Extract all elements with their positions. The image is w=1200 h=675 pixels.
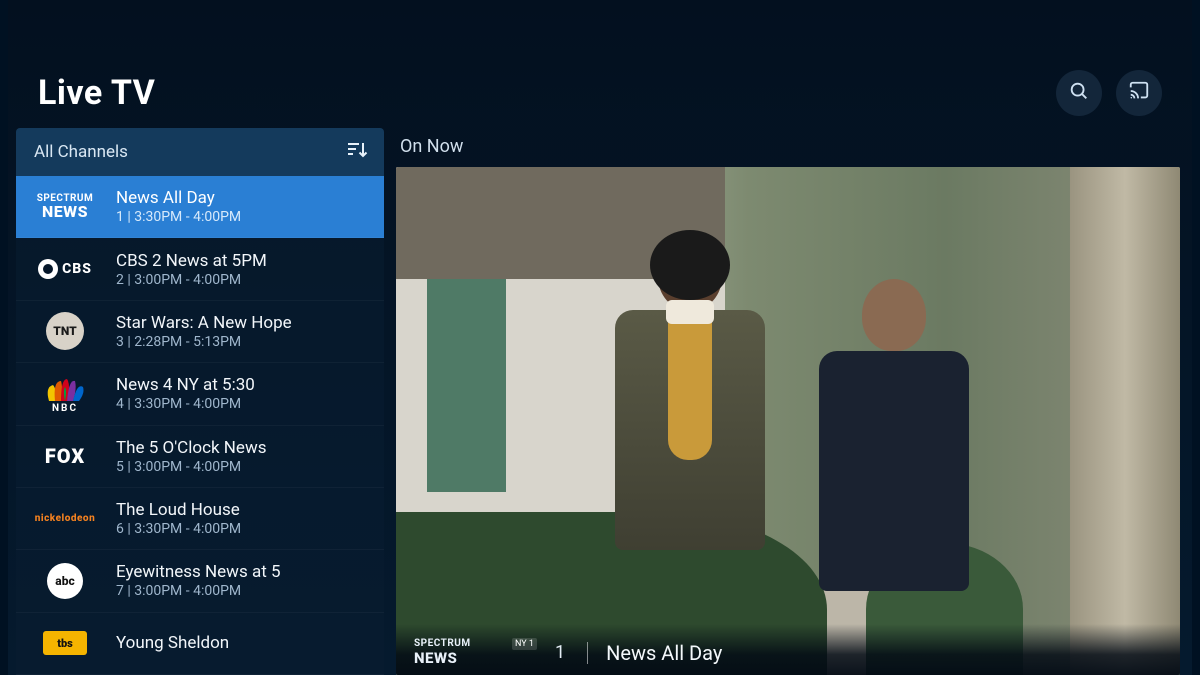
logo-text: NBC (52, 404, 78, 414)
channel-sidebar: All Channels SPECTRUM NEWS (16, 128, 384, 675)
channel-item-tbs[interactable]: tbs Young Sheldon (16, 613, 384, 675)
search-button[interactable] (1056, 70, 1102, 116)
program-title: News All Day (116, 188, 372, 208)
header-actions (1056, 70, 1162, 116)
logo-text: tbs (43, 631, 87, 655)
cast-icon (1128, 80, 1150, 106)
channel-list[interactable]: SPECTRUM NEWS News All Day 1 | 3:30PM - … (16, 176, 384, 675)
channel-filter[interactable]: All Channels (16, 128, 384, 176)
program-meta: 2 | 3:00PM - 4:00PM (116, 272, 372, 288)
program-title: CBS 2 News at 5PM (116, 251, 372, 271)
channel-item-nickelodeon[interactable]: nickelodeon The Loud House 6 | 3:30PM - … (16, 488, 384, 550)
spectrum-news-logo: SPECTRUM NEWS (26, 186, 104, 228)
video-frame (396, 167, 1180, 675)
program-title: Eyewitness News at 5 (116, 562, 372, 582)
channel-info: Eyewitness News at 5 7 | 3:00PM - 4:00PM (116, 562, 372, 599)
program-title: News 4 NY at 5:30 (116, 375, 372, 395)
channel-info: The 5 O'Clock News 5 | 3:00PM - 4:00PM (116, 438, 372, 475)
channel-info: News All Day 1 | 3:30PM - 4:00PM (116, 188, 372, 225)
channel-item-spectrum-news[interactable]: SPECTRUM NEWS News All Day 1 | 3:30PM - … (16, 176, 384, 238)
cbs-logo: CBS (26, 248, 104, 290)
video-player[interactable]: SPECTRUM NEWS NY 1 1 News All Day (396, 167, 1180, 675)
channel-item-nbc[interactable]: NBC News 4 NY at 5:30 4 | 3:30PM - 4:00P… (16, 363, 384, 425)
content: All Channels SPECTRUM NEWS (8, 128, 1192, 675)
program-meta: 1 | 3:30PM - 4:00PM (116, 209, 372, 225)
overlay-logo: SPECTRUM NEWS NY 1 (414, 638, 537, 667)
channel-info: The Loud House 6 | 3:30PM - 4:00PM (116, 500, 372, 537)
program-meta: 3 | 2:28PM - 5:13PM (116, 334, 372, 350)
main-panel: On Now (384, 128, 1192, 675)
logo-text: NEWS (42, 204, 88, 220)
program-title: The Loud House (116, 500, 372, 520)
search-icon (1068, 80, 1090, 106)
overlay-region-badge: NY 1 (512, 638, 537, 650)
filter-label: All Channels (34, 142, 128, 162)
video-info-overlay: SPECTRUM NEWS NY 1 1 News All Day (396, 624, 1180, 675)
app-root: Live TV All C (8, 0, 1192, 675)
nbc-logo: NBC (26, 373, 104, 415)
program-meta: 6 | 3:30PM - 4:00PM (116, 521, 372, 537)
logo-text: abc (47, 563, 83, 599)
overlay-divider (587, 642, 588, 664)
overlay-program-title: News All Day (606, 641, 722, 665)
logo-text: CBS (62, 262, 92, 276)
on-now-label: On Now (396, 128, 1180, 167)
program-title: Young Sheldon (116, 633, 372, 653)
channel-item-abc[interactable]: abc Eyewitness News at 5 7 | 3:00PM - 4:… (16, 550, 384, 612)
fox-logo: FOX (26, 435, 104, 477)
channel-info: Star Wars: A New Hope 3 | 2:28PM - 5:13P… (116, 313, 372, 350)
abc-logo: abc (26, 560, 104, 602)
channel-info: Young Sheldon (116, 633, 372, 654)
header: Live TV (8, 0, 1192, 128)
program-title: Star Wars: A New Hope (116, 313, 372, 333)
channel-item-tnt[interactable]: TNT Star Wars: A New Hope 3 | 2:28PM - 5… (16, 301, 384, 363)
cbs-eye-icon (38, 259, 58, 279)
channel-info: News 4 NY at 5:30 4 | 3:30PM - 4:00PM (116, 375, 372, 412)
sort-icon (344, 138, 368, 166)
program-meta: 4 | 3:30PM - 4:00PM (116, 396, 372, 412)
program-meta: 5 | 3:00PM - 4:00PM (116, 459, 372, 475)
tbs-logo: tbs (26, 622, 104, 664)
overlay-logo-text: NEWS (414, 649, 457, 667)
cast-button[interactable] (1116, 70, 1162, 116)
overlay-logo-text: SPECTRUM (414, 638, 471, 649)
page-title: Live TV (38, 73, 155, 113)
overlay-channel-number: 1 (555, 642, 569, 663)
nickelodeon-logo: nickelodeon (26, 498, 104, 540)
channel-item-cbs[interactable]: CBS CBS 2 News at 5PM 2 | 3:00PM - 4:00P… (16, 238, 384, 300)
logo-text: TNT (46, 312, 84, 350)
nbc-peacock-icon (43, 374, 87, 406)
program-title: The 5 O'Clock News (116, 438, 372, 458)
channel-item-fox[interactable]: FOX The 5 O'Clock News 5 | 3:00PM - 4:00… (16, 426, 384, 488)
program-meta: 7 | 3:00PM - 4:00PM (116, 583, 372, 599)
channel-info: CBS 2 News at 5PM 2 | 3:00PM - 4:00PM (116, 251, 372, 288)
tnt-logo: TNT (26, 310, 104, 352)
